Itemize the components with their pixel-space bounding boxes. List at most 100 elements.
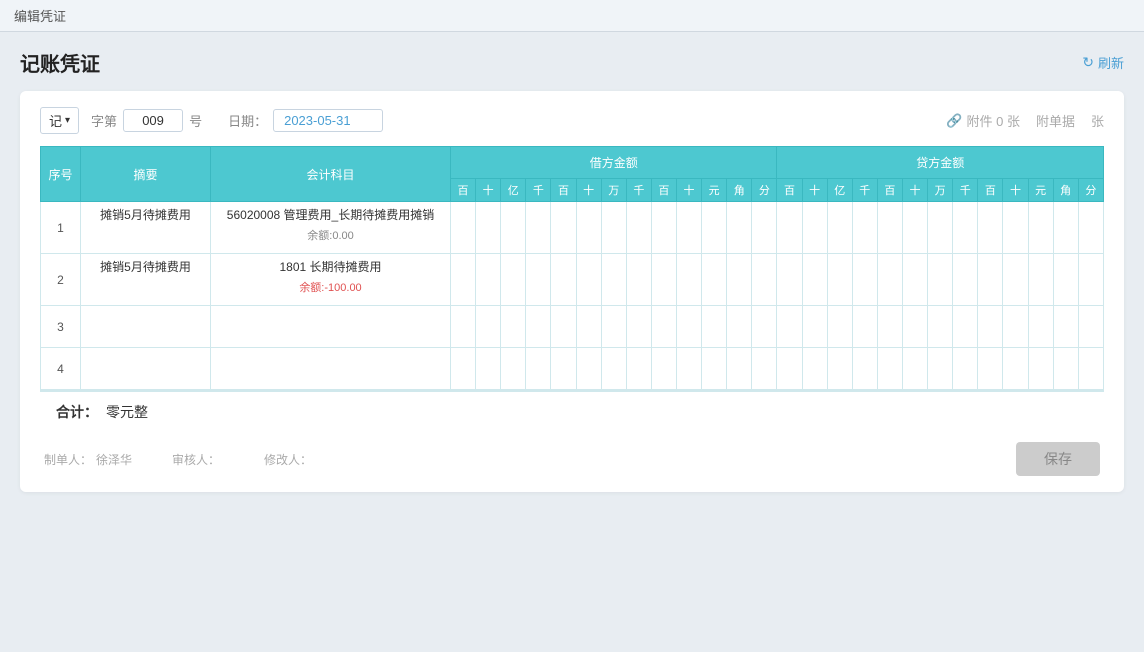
credit-digit-cell[interactable]: [1078, 306, 1103, 348]
debit-digit-cell[interactable]: [752, 348, 777, 390]
credit-digit-cell[interactable]: [852, 348, 877, 390]
debit-digit-cell[interactable]: [501, 202, 526, 254]
fudanju-button[interactable]: 附单据: [1036, 111, 1075, 130]
summary-cell[interactable]: 摊销5月待摊费用: [81, 254, 211, 306]
credit-digit-cell[interactable]: [1003, 306, 1028, 348]
debit-digit-cell[interactable]: [551, 254, 576, 306]
credit-digit-cell[interactable]: [777, 254, 802, 306]
debit-digit-cell[interactable]: [576, 202, 601, 254]
debit-digit-cell[interactable]: [476, 348, 501, 390]
credit-digit-cell[interactable]: [1078, 254, 1103, 306]
credit-digit-cell[interactable]: [1028, 348, 1053, 390]
credit-digit-cell[interactable]: [928, 254, 953, 306]
debit-digit-cell[interactable]: [501, 254, 526, 306]
debit-digit-cell[interactable]: [752, 202, 777, 254]
credit-digit-cell[interactable]: [978, 254, 1003, 306]
debit-digit-cell[interactable]: [702, 348, 727, 390]
credit-digit-cell[interactable]: [902, 306, 927, 348]
credit-digit-cell[interactable]: [777, 348, 802, 390]
credit-digit-cell[interactable]: [802, 254, 827, 306]
credit-digit-cell[interactable]: [1053, 306, 1078, 348]
debit-digit-cell[interactable]: [702, 254, 727, 306]
account-cell[interactable]: 56020008 管理费用_长期待摊费用摊销余额:0.00: [211, 202, 451, 254]
debit-digit-cell[interactable]: [451, 348, 476, 390]
credit-digit-cell[interactable]: [1003, 254, 1028, 306]
credit-digit-cell[interactable]: [1053, 202, 1078, 254]
debit-digit-cell[interactable]: [501, 348, 526, 390]
credit-digit-cell[interactable]: [877, 348, 902, 390]
debit-digit-cell[interactable]: [676, 254, 701, 306]
attachment-link[interactable]: 🔗 附件 0 张: [946, 111, 1020, 130]
credit-digit-cell[interactable]: [902, 348, 927, 390]
debit-digit-cell[interactable]: [601, 202, 626, 254]
debit-digit-cell[interactable]: [576, 348, 601, 390]
debit-digit-cell[interactable]: [702, 306, 727, 348]
refresh-button[interactable]: ↻ 刷新: [1082, 53, 1124, 72]
credit-digit-cell[interactable]: [827, 202, 852, 254]
debit-digit-cell[interactable]: [651, 202, 676, 254]
credit-digit-cell[interactable]: [1028, 254, 1053, 306]
credit-digit-cell[interactable]: [852, 202, 877, 254]
debit-digit-cell[interactable]: [727, 348, 752, 390]
credit-digit-cell[interactable]: [1003, 348, 1028, 390]
credit-digit-cell[interactable]: [953, 306, 978, 348]
ji-type-button[interactable]: 记 ▾: [40, 107, 79, 134]
credit-digit-cell[interactable]: [902, 202, 927, 254]
credit-digit-cell[interactable]: [827, 348, 852, 390]
debit-digit-cell[interactable]: [702, 202, 727, 254]
credit-digit-cell[interactable]: [978, 348, 1003, 390]
debit-digit-cell[interactable]: [576, 254, 601, 306]
debit-digit-cell[interactable]: [451, 202, 476, 254]
credit-digit-cell[interactable]: [877, 254, 902, 306]
credit-digit-cell[interactable]: [827, 306, 852, 348]
credit-digit-cell[interactable]: [1078, 348, 1103, 390]
account-cell[interactable]: [211, 306, 451, 348]
credit-digit-cell[interactable]: [852, 306, 877, 348]
debit-digit-cell[interactable]: [727, 202, 752, 254]
credit-digit-cell[interactable]: [902, 254, 927, 306]
debit-digit-cell[interactable]: [651, 306, 676, 348]
credit-digit-cell[interactable]: [953, 348, 978, 390]
debit-digit-cell[interactable]: [551, 202, 576, 254]
credit-digit-cell[interactable]: [877, 202, 902, 254]
credit-digit-cell[interactable]: [802, 202, 827, 254]
debit-digit-cell[interactable]: [676, 202, 701, 254]
credit-digit-cell[interactable]: [978, 306, 1003, 348]
debit-digit-cell[interactable]: [651, 254, 676, 306]
debit-digit-cell[interactable]: [651, 348, 676, 390]
credit-digit-cell[interactable]: [1003, 202, 1028, 254]
debit-digit-cell[interactable]: [476, 254, 501, 306]
summary-cell[interactable]: [81, 348, 211, 390]
debit-digit-cell[interactable]: [601, 306, 626, 348]
debit-digit-cell[interactable]: [752, 306, 777, 348]
date-input[interactable]: [273, 109, 383, 132]
debit-digit-cell[interactable]: [626, 202, 651, 254]
credit-digit-cell[interactable]: [852, 254, 877, 306]
debit-digit-cell[interactable]: [526, 254, 551, 306]
summary-cell[interactable]: 摊销5月待摊费用: [81, 202, 211, 254]
debit-digit-cell[interactable]: [601, 254, 626, 306]
credit-digit-cell[interactable]: [777, 202, 802, 254]
debit-digit-cell[interactable]: [476, 306, 501, 348]
debit-digit-cell[interactable]: [676, 306, 701, 348]
debit-digit-cell[interactable]: [451, 306, 476, 348]
credit-digit-cell[interactable]: [928, 306, 953, 348]
credit-digit-cell[interactable]: [928, 202, 953, 254]
debit-digit-cell[interactable]: [601, 348, 626, 390]
credit-digit-cell[interactable]: [802, 306, 827, 348]
summary-cell[interactable]: [81, 306, 211, 348]
credit-digit-cell[interactable]: [1028, 306, 1053, 348]
credit-digit-cell[interactable]: [953, 202, 978, 254]
debit-digit-cell[interactable]: [526, 306, 551, 348]
credit-digit-cell[interactable]: [1078, 202, 1103, 254]
debit-digit-cell[interactable]: [626, 348, 651, 390]
debit-digit-cell[interactable]: [451, 254, 476, 306]
debit-digit-cell[interactable]: [752, 254, 777, 306]
credit-digit-cell[interactable]: [1053, 254, 1078, 306]
zi-number-input[interactable]: [123, 109, 183, 132]
credit-digit-cell[interactable]: [802, 348, 827, 390]
debit-digit-cell[interactable]: [501, 306, 526, 348]
credit-digit-cell[interactable]: [928, 348, 953, 390]
debit-digit-cell[interactable]: [626, 254, 651, 306]
credit-digit-cell[interactable]: [827, 254, 852, 306]
